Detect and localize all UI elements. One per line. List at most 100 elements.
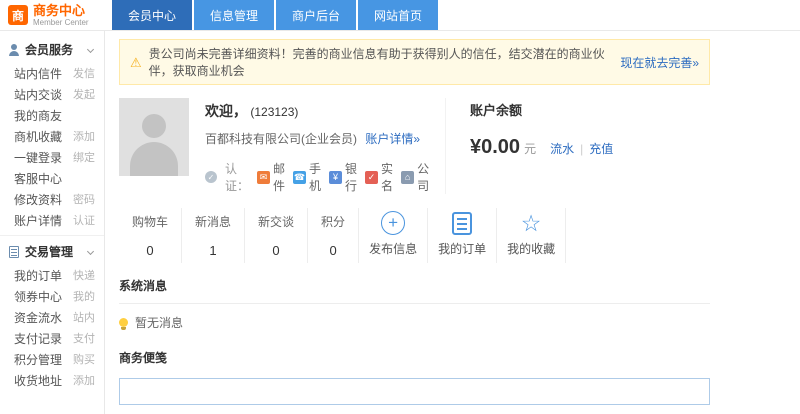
cert-bank[interactable]: ¥ 银行	[329, 160, 357, 194]
building-icon: ⌂	[401, 170, 415, 184]
sidebar-item-opportunity-favorites[interactable]: 商机收藏 添加	[0, 127, 104, 148]
sidebar-item-payment-records[interactable]: 支付记录 支付	[0, 329, 104, 350]
main-content: ⚠ 贵公司尚未完善详细资料！完善的商业信息有助于获得别人的信任，结交潜在的商业伙…	[105, 31, 800, 414]
sidebar-item-orders[interactable]: 我的订单 快递	[0, 266, 104, 287]
sidebar-item-label: 客服中心	[14, 172, 63, 186]
cert-company[interactable]: ⌂ 公司	[401, 160, 429, 194]
sidebar-item-label: 修改资料	[14, 193, 63, 207]
logo-text: 商务中心 Member Center	[33, 2, 89, 27]
sidebar-item-shipping-address[interactable]: 收货地址 添加	[0, 371, 104, 392]
my-favorites-button[interactable]: ☆ 我的收藏	[497, 208, 567, 263]
sidebar-item-action[interactable]: 购买	[73, 354, 95, 367]
sidebar: 会员服务 站内信件 发信 站内交谈 发起 我的商友 商机收藏 添加 一键登录 绑	[0, 31, 105, 414]
quick-action-label: 发布信息	[369, 242, 418, 256]
sidebar-item-friends[interactable]: 我的商友	[0, 106, 104, 127]
sidebar-item-service-center[interactable]: 客服中心	[0, 169, 104, 190]
complete-profile-link[interactable]: 现在就去完善»	[620, 54, 699, 71]
logo-subtitle: Member Center	[33, 17, 89, 27]
sidebar-item-label: 一键登录	[14, 151, 63, 165]
company-line: 百都科技有限公司(企业会员) 账户详情»	[205, 130, 423, 147]
sidebar-item-action[interactable]: 发起	[73, 89, 95, 102]
sidebar-item-action[interactable]: 认证	[73, 215, 95, 228]
sidebar-item-label: 我的订单	[14, 269, 63, 283]
certification-row: ✓ 认证： ✉ 邮件 ☎ 手机 ¥ 银行 ✓ 实名 ⌂ 公司	[205, 160, 429, 194]
stat-new-messages[interactable]: 新消息 1	[182, 208, 246, 263]
notice-text: 贵公司尚未完善详细资料！完善的商业信息有助于获得别人的信任，结交潜在的商业伙伴，…	[148, 47, 605, 78]
notes-input[interactable]	[119, 378, 710, 405]
sidebar-item-edit-profile[interactable]: 修改资料 密码	[0, 190, 104, 211]
tab-website-home[interactable]: 网站首页	[358, 0, 439, 30]
empty-message-text: 暂无消息	[135, 316, 184, 330]
sidebar-section-member-services: 会员服务 站内信件 发信 站内交谈 发起 我的商友 商机收藏 添加 一键登录 绑	[0, 34, 104, 232]
id-card-icon: ✓	[365, 170, 379, 184]
sidebar-item-chat[interactable]: 站内交谈 发起	[0, 85, 104, 106]
cert-label: 认证：	[225, 162, 250, 193]
sidebar-item-label: 收货地址	[14, 374, 63, 388]
sidebar-item-action[interactable]: 我的	[73, 291, 95, 304]
sidebar-item-label: 支付记录	[14, 332, 63, 346]
publish-info-button[interactable]: 发布信息	[359, 208, 429, 263]
sidebar-item-action[interactable]: 密码	[73, 194, 95, 207]
account-balance-panel: 账户余额 ¥0.00 元 流水 | 充值	[445, 98, 613, 194]
star-icon: ☆	[520, 210, 542, 236]
sidebar-item-account-detail[interactable]: 账户详情 认证	[0, 211, 104, 232]
sidebar-item-fund-flow[interactable]: 资金流水 站内	[0, 308, 104, 329]
company-name: 百都科技有限公司(企业会员)	[205, 132, 357, 146]
stat-label: 新消息	[195, 215, 232, 229]
sidebar-item-action[interactable]: 添加	[73, 375, 95, 388]
avatar	[119, 98, 189, 176]
sidebar-item-action[interactable]: 快递	[73, 270, 95, 283]
stat-cart[interactable]: 购物车 0	[119, 208, 183, 263]
sidebar-item-onekey-login[interactable]: 一键登录 绑定	[0, 148, 104, 169]
section-head-member-services[interactable]: 会员服务	[0, 34, 104, 64]
stat-new-chats[interactable]: 新交谈 0	[245, 208, 309, 263]
stat-label: 积分	[321, 215, 346, 229]
welcome-line: 欢迎， (123123)	[205, 101, 423, 121]
balance-links: 流水 | 充值	[550, 140, 613, 157]
body-row: 会员服务 站内信件 发信 站内交谈 发起 我的商友 商机收藏 添加 一键登录 绑	[0, 31, 800, 414]
sidebar-item-action[interactable]: 站内	[73, 312, 95, 325]
welcome-label: 欢迎，	[205, 103, 247, 119]
sidebar-item-label: 积分管理	[14, 353, 63, 367]
sidebar-item-label: 站内信件	[14, 67, 63, 81]
sidebar-item-coupon-center[interactable]: 领券中心 我的	[0, 287, 104, 308]
cert-phone[interactable]: ☎ 手机	[293, 160, 321, 194]
flow-link[interactable]: 流水	[550, 140, 574, 157]
balance-unit: 元	[524, 142, 537, 156]
sidebar-item-action[interactable]: 添加	[73, 131, 95, 144]
system-message-title: 系统消息	[119, 265, 710, 304]
sidebar-section-trade-management: 交易管理 我的订单 快递 领券中心 我的 资金流水 站内 支付记录 支付 积分管…	[0, 235, 104, 392]
system-message-body: 暂无消息	[119, 304, 710, 337]
sidebar-item-label: 领券中心	[14, 290, 63, 304]
business-notes-panel: 商务便笺 更 新 [可记录一些文字备忘，限5000字]	[119, 337, 710, 414]
business-notes-title: 商务便笺	[119, 351, 168, 365]
stat-value: 0	[146, 243, 154, 258]
cert-realname[interactable]: ✓ 实名	[365, 160, 393, 194]
sidebar-item-action[interactable]: 发信	[73, 68, 95, 81]
account-detail-link[interactable]: 账户详情»	[365, 132, 420, 146]
warning-icon: ⚠	[130, 54, 142, 70]
logo-title: 商务中心	[33, 2, 86, 18]
profile-info: 欢迎， (123123) 百都科技有限公司(企业会员) 账户详情» ✓ 认证： …	[205, 98, 429, 194]
sidebar-item-mail[interactable]: 站内信件 发信	[0, 64, 104, 85]
stat-points[interactable]: 积分 0	[308, 208, 360, 263]
main-nav: 会员中心 信息管理 商户后台 网站首页	[112, 0, 439, 30]
my-orders-button[interactable]: 我的订单	[428, 208, 498, 263]
sidebar-item-action[interactable]: 绑定	[73, 152, 95, 165]
phone-icon: ☎	[293, 170, 307, 184]
plus-circle-icon	[381, 211, 406, 235]
sidebar-item-action[interactable]: 支付	[73, 333, 95, 346]
quick-action-label: 我的订单	[438, 242, 487, 256]
mail-icon: ✉	[257, 170, 270, 184]
cert-email[interactable]: ✉ 邮件	[257, 160, 285, 194]
cert-name: 手机	[309, 162, 322, 193]
section-head-trade-management[interactable]: 交易管理	[0, 236, 104, 266]
chevron-down-icon	[86, 247, 95, 256]
tab-info-management[interactable]: 信息管理	[194, 0, 275, 30]
recharge-link[interactable]: 充值	[589, 140, 613, 157]
sidebar-item-points-management[interactable]: 积分管理 购买	[0, 350, 104, 371]
tab-member-center[interactable]: 会员中心	[112, 0, 193, 30]
cert-badge-icon: ✓	[205, 171, 217, 183]
tab-merchant-backend[interactable]: 商户后台	[276, 0, 357, 30]
stat-value: 0	[329, 243, 337, 258]
